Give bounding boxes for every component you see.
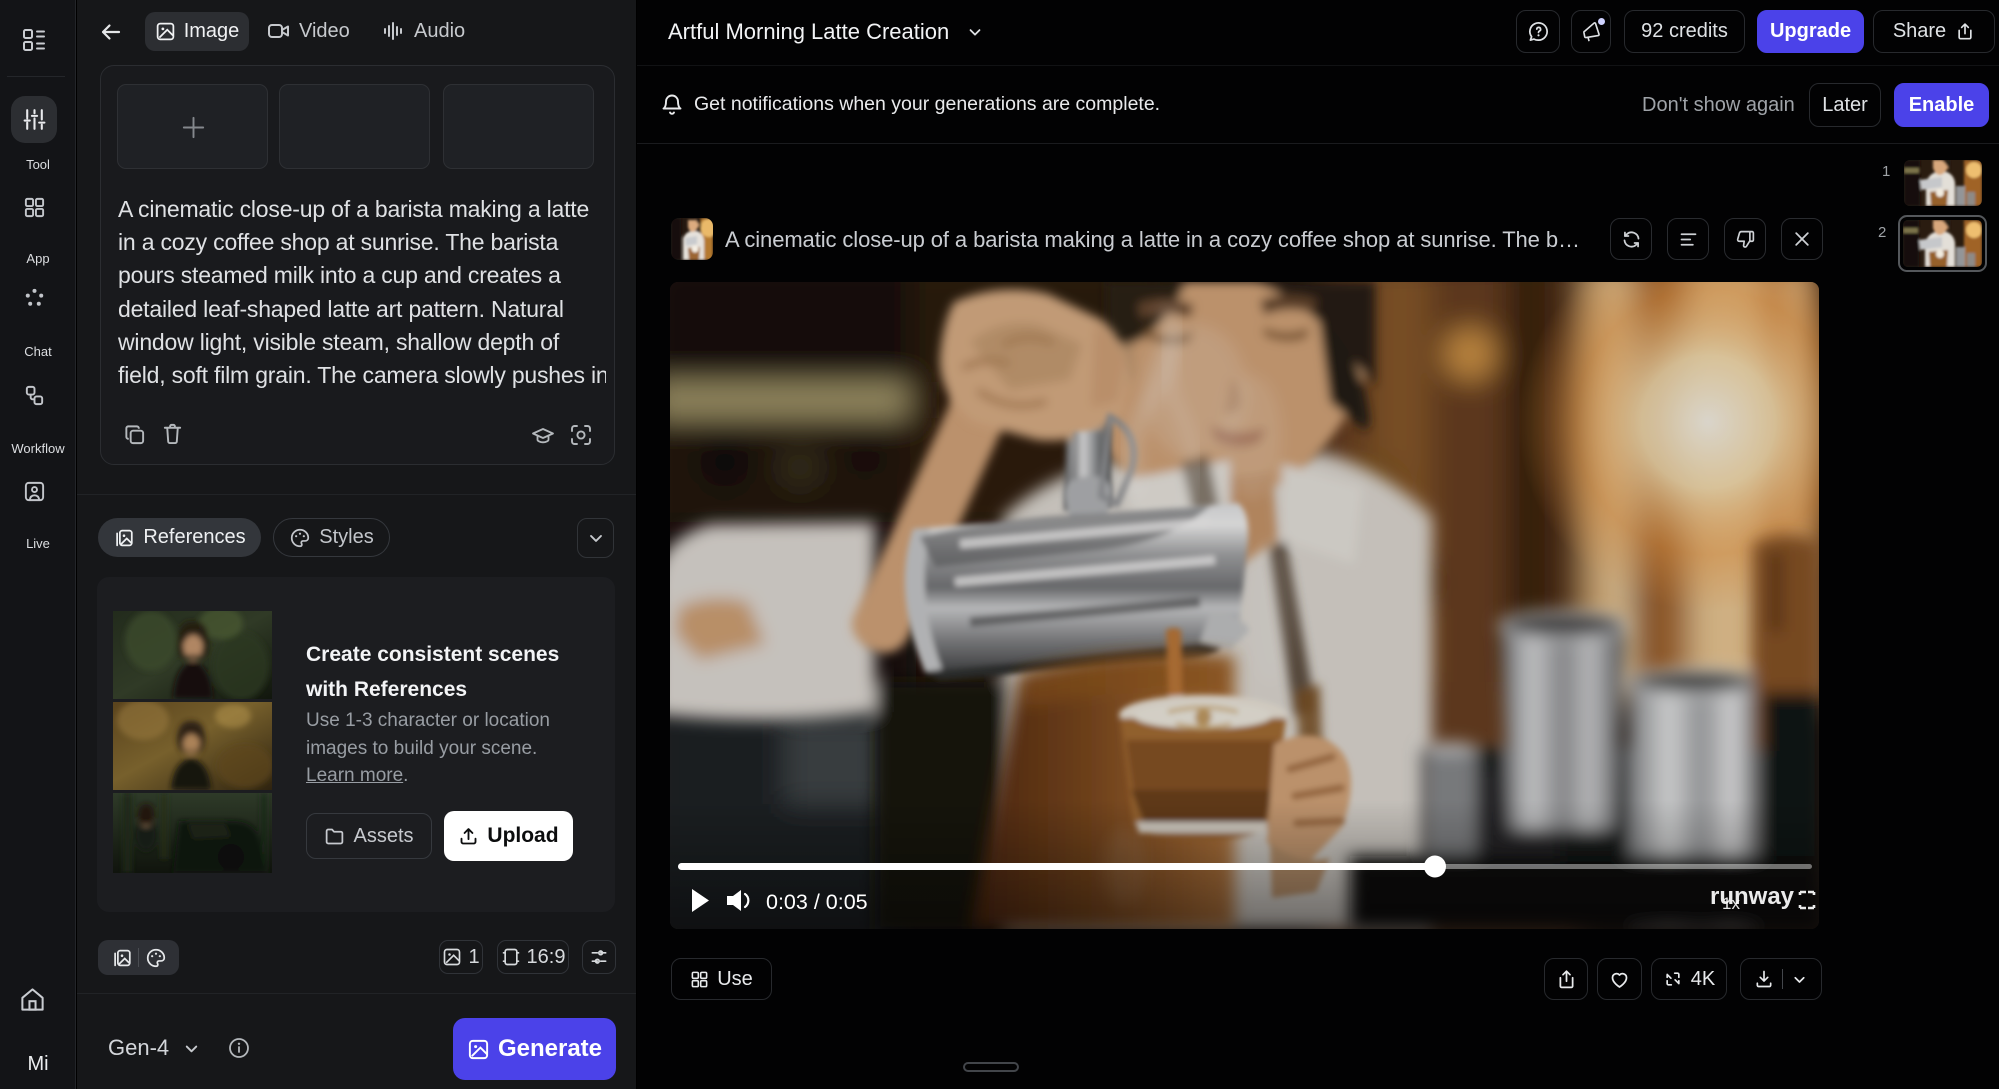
svg-text:1x: 1x: [1722, 894, 1740, 913]
svg-text:0:03 / 0:05: 0:03 / 0:05: [766, 890, 868, 914]
